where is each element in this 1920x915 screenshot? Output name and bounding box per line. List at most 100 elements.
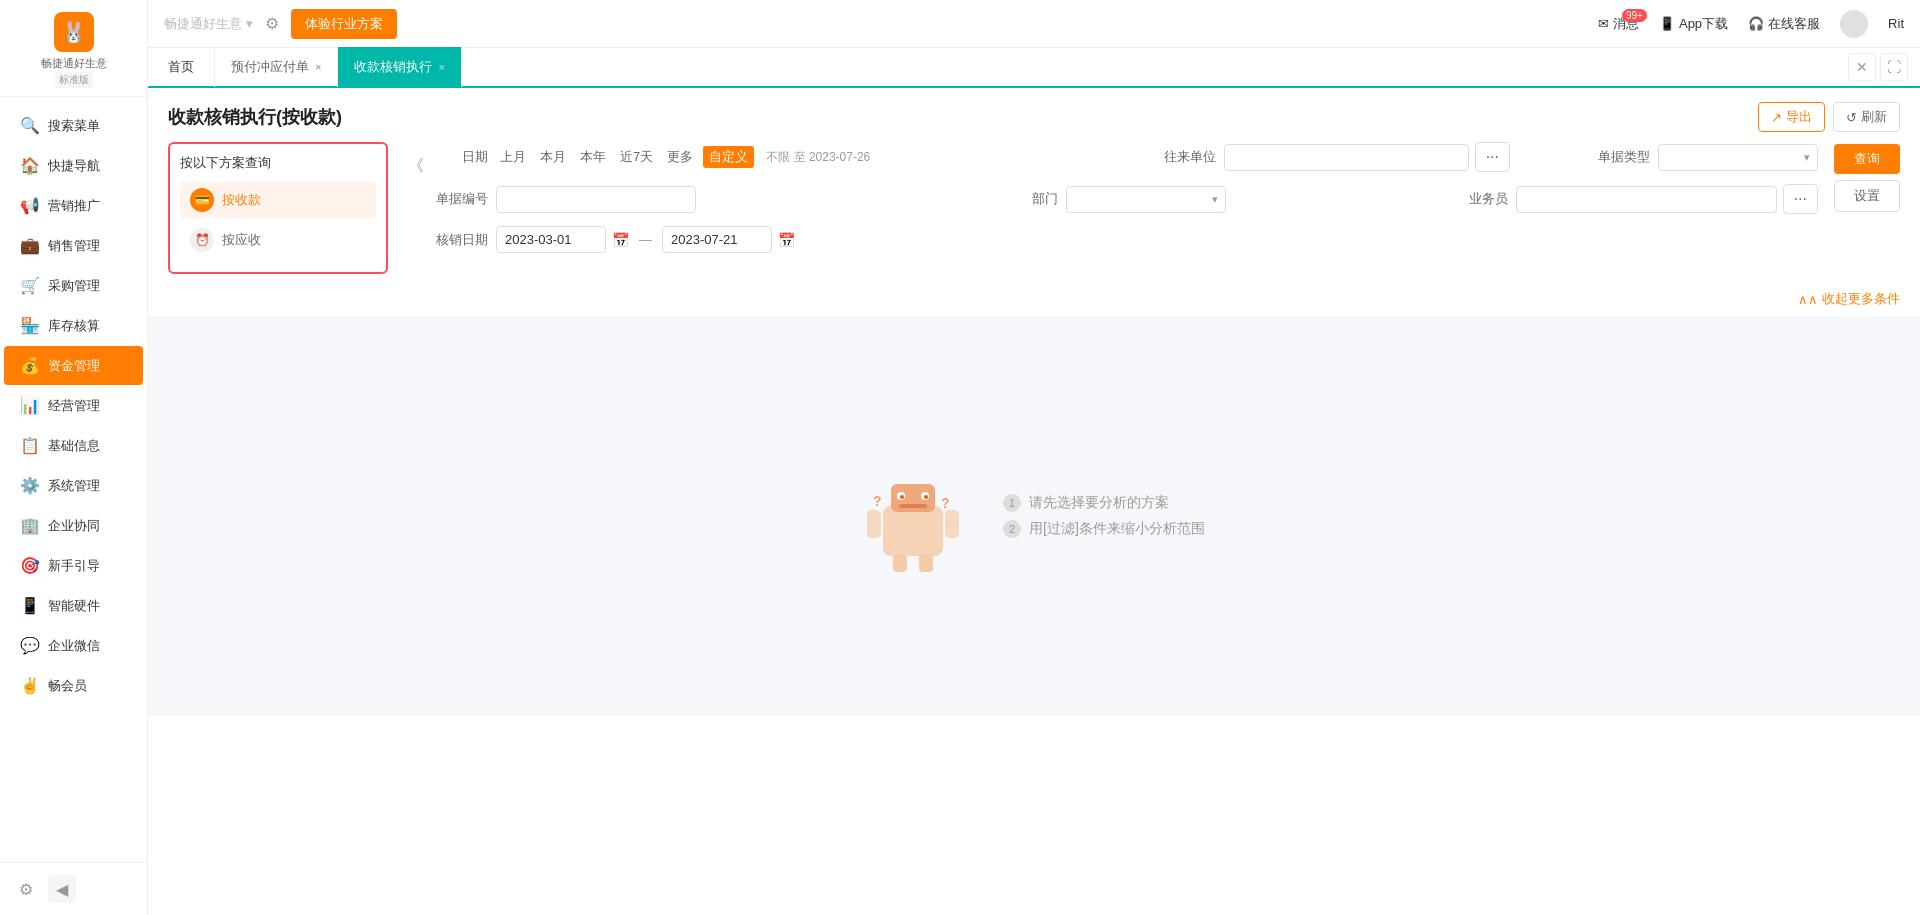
sidebar-menu: 🔍 搜索菜单 🏠 快捷导航 📢 营销推广 💼 销售管理 🛒 采购管理 🏪 库存核… bbox=[0, 97, 147, 862]
guide-icon: 🎯 bbox=[20, 556, 40, 575]
page-content: 收款核销执行(按收款) ↗ 导出 ↺ 刷新 按以下方案查询 bbox=[148, 88, 1920, 915]
sidebar-label-marketing: 营销推广 bbox=[48, 197, 100, 215]
tab-fullscreen-btn[interactable]: ⛶ bbox=[1880, 53, 1908, 81]
service-icon: 🎧 bbox=[1748, 16, 1764, 31]
tip-num-2: 2 bbox=[1003, 520, 1021, 538]
megaphone-icon: 📢 bbox=[20, 196, 40, 215]
refresh-label: 刷新 bbox=[1861, 108, 1887, 126]
svg-point-4 bbox=[900, 495, 904, 499]
tab-verify-close[interactable]: × bbox=[438, 61, 444, 73]
filter-collapse-btn[interactable]: 《 bbox=[404, 152, 428, 181]
filter-option-by-receipt[interactable]: 💳 按收款 bbox=[180, 182, 376, 218]
app-download-label: App下载 bbox=[1679, 15, 1728, 33]
sidebar-bottom: ⚙ ◀ bbox=[0, 862, 147, 915]
sidebar-label-quicknav: 快捷导航 bbox=[48, 157, 100, 175]
sidebar-item-system[interactable]: ⚙️ 系统管理 bbox=[4, 466, 143, 505]
cal-icon-from[interactable]: 📅 bbox=[612, 232, 629, 248]
query-btn[interactable]: 查询 bbox=[1834, 144, 1900, 174]
sidebar-label-vip: 畅会员 bbox=[48, 677, 87, 695]
dept-select[interactable] bbox=[1066, 186, 1226, 213]
sidebar-settings-btn[interactable]: ⚙ bbox=[12, 875, 40, 903]
date-separator: — bbox=[639, 232, 652, 247]
counterparty-dots-btn[interactable]: ··· bbox=[1475, 142, 1510, 172]
tab-close-btn[interactable]: ✕ bbox=[1848, 53, 1876, 81]
doc-type-select[interactable] bbox=[1658, 144, 1818, 171]
sidebar-item-vip[interactable]: ✌ 畅会员 bbox=[4, 666, 143, 705]
filter-area: 按以下方案查询 💳 按收款 ⏰ 按应收 《 bbox=[148, 142, 1920, 286]
vip-icon: ✌ bbox=[20, 676, 40, 695]
app-icon: 📱 bbox=[1659, 16, 1675, 31]
app-download-btn[interactable]: 📱 App下载 bbox=[1659, 15, 1728, 33]
logo-text: 畅捷通好生意 bbox=[41, 56, 107, 70]
sidebar-item-sales[interactable]: 💼 销售管理 bbox=[4, 226, 143, 265]
svg-rect-8 bbox=[919, 554, 933, 572]
verifydate-label: 核销日期 bbox=[428, 231, 488, 249]
verify-date-from[interactable] bbox=[496, 226, 606, 253]
filter-settings-btn[interactable]: 设置 bbox=[1834, 180, 1900, 212]
docnum-input[interactable] bbox=[496, 186, 696, 213]
home-tab-label: 首页 bbox=[168, 58, 194, 76]
filter-row-verifydate: 核销日期 📅 — 📅 bbox=[428, 226, 1818, 253]
filter-right-panel: 日期 上月 本月 本年 近7天 更多 自定义 不限 至 2023-07-26 bbox=[428, 142, 1900, 274]
finance-icon: 💰 bbox=[20, 356, 40, 375]
hardware-icon: 📱 bbox=[20, 596, 40, 615]
sidebar-label-wechat: 企业微信 bbox=[48, 637, 100, 655]
collapse-more-area[interactable]: ∧∧ 收起更多条件 bbox=[148, 286, 1920, 316]
sidebar-item-quicknav[interactable]: 🏠 快捷导航 bbox=[4, 146, 143, 185]
sidebar-item-marketing[interactable]: 📢 营销推广 bbox=[4, 186, 143, 225]
sidebar-item-finance[interactable]: 💰 资金管理 bbox=[4, 346, 143, 385]
sidebar-collapse-btn[interactable]: ◀ bbox=[48, 875, 76, 903]
filter-panel-title: 按以下方案查询 bbox=[180, 154, 376, 172]
sidebar-label-purchase: 采购管理 bbox=[48, 277, 100, 295]
collapse-more-icon: ∧∧ bbox=[1798, 292, 1818, 307]
date-filter-label: 日期 bbox=[428, 148, 488, 166]
tab-prepay[interactable]: 预付冲应付单 × bbox=[215, 47, 338, 87]
sidebar-item-search[interactable]: 🔍 搜索菜单 bbox=[4, 106, 143, 145]
operations-icon: 📊 bbox=[20, 396, 40, 415]
date-btn-more[interactable]: 更多 bbox=[663, 146, 697, 168]
sidebar-item-operations[interactable]: 📊 经营管理 bbox=[4, 386, 143, 425]
refresh-icon: ↺ bbox=[1846, 110, 1857, 125]
date-btn-thismonth[interactable]: 本月 bbox=[536, 146, 570, 168]
inventory-icon: 🏪 bbox=[20, 316, 40, 335]
sidebar-label-search: 搜索菜单 bbox=[48, 117, 100, 135]
sidebar-item-purchase[interactable]: 🛒 采购管理 bbox=[4, 266, 143, 305]
online-service-btn[interactable]: 🎧 在线客服 bbox=[1748, 15, 1820, 33]
sidebar-item-hardware[interactable]: 📱 智能硬件 bbox=[4, 586, 143, 625]
tab-home[interactable]: 首页 bbox=[148, 47, 215, 87]
wechat-icon: 💬 bbox=[20, 636, 40, 655]
industry-btn[interactable]: 体验行业方案 bbox=[291, 9, 397, 39]
date-btn-7days[interactable]: 近7天 bbox=[616, 146, 657, 168]
message-icon: ✉ bbox=[1598, 16, 1609, 31]
sidebar-item-guide[interactable]: 🎯 新手引导 bbox=[4, 546, 143, 585]
cal-icon-to[interactable]: 📅 bbox=[778, 232, 795, 248]
tab-verify[interactable]: 收款核销执行 × bbox=[338, 47, 461, 87]
verify-date-to[interactable] bbox=[662, 226, 772, 253]
page-inner: 收款核销执行(按收款) ↗ 导出 ↺ 刷新 按以下方案查询 bbox=[148, 88, 1920, 915]
sidebar-item-inventory[interactable]: 🏪 库存核算 bbox=[4, 306, 143, 345]
staff-label: 业务员 bbox=[1448, 190, 1508, 208]
staff-input[interactable] bbox=[1516, 186, 1777, 213]
empty-tip-2: 2 用[过滤]条件来缩小分析范围 bbox=[1003, 520, 1205, 538]
tab-prepay-close[interactable]: × bbox=[315, 61, 321, 73]
filter-option-by-receivable[interactable]: ⏰ 按应收 bbox=[180, 222, 376, 258]
chevron-down-icon[interactable]: ▾ bbox=[246, 16, 253, 31]
export-btn[interactable]: ↗ 导出 bbox=[1758, 102, 1825, 132]
sidebar-item-enterprise[interactable]: 🏢 企业协同 bbox=[4, 506, 143, 545]
svg-rect-10 bbox=[945, 510, 959, 538]
tab-verify-label: 收款核销执行 bbox=[354, 58, 432, 76]
sidebar-item-wechat[interactable]: 💬 企业微信 bbox=[4, 626, 143, 665]
sidebar-item-base[interactable]: 📋 基础信息 bbox=[4, 426, 143, 465]
counterparty-input[interactable] bbox=[1224, 144, 1469, 171]
sidebar-label-operations: 经营管理 bbox=[48, 397, 100, 415]
staff-dots-btn[interactable]: ··· bbox=[1783, 184, 1818, 214]
doc-type-select-wrapper bbox=[1658, 144, 1818, 171]
date-btn-custom[interactable]: 自定义 bbox=[703, 146, 754, 168]
receipt-option-label: 按收款 bbox=[222, 191, 261, 209]
date-btn-lastmonth[interactable]: 上月 bbox=[496, 146, 530, 168]
message-btn[interactable]: ✉ 消息 99+ bbox=[1598, 15, 1639, 33]
header-gear-icon[interactable]: ⚙ bbox=[265, 14, 279, 33]
date-range-text: 不限 至 2023-07-26 bbox=[766, 149, 870, 166]
date-btn-thisyear[interactable]: 本年 bbox=[576, 146, 610, 168]
refresh-btn[interactable]: ↺ 刷新 bbox=[1833, 102, 1900, 132]
